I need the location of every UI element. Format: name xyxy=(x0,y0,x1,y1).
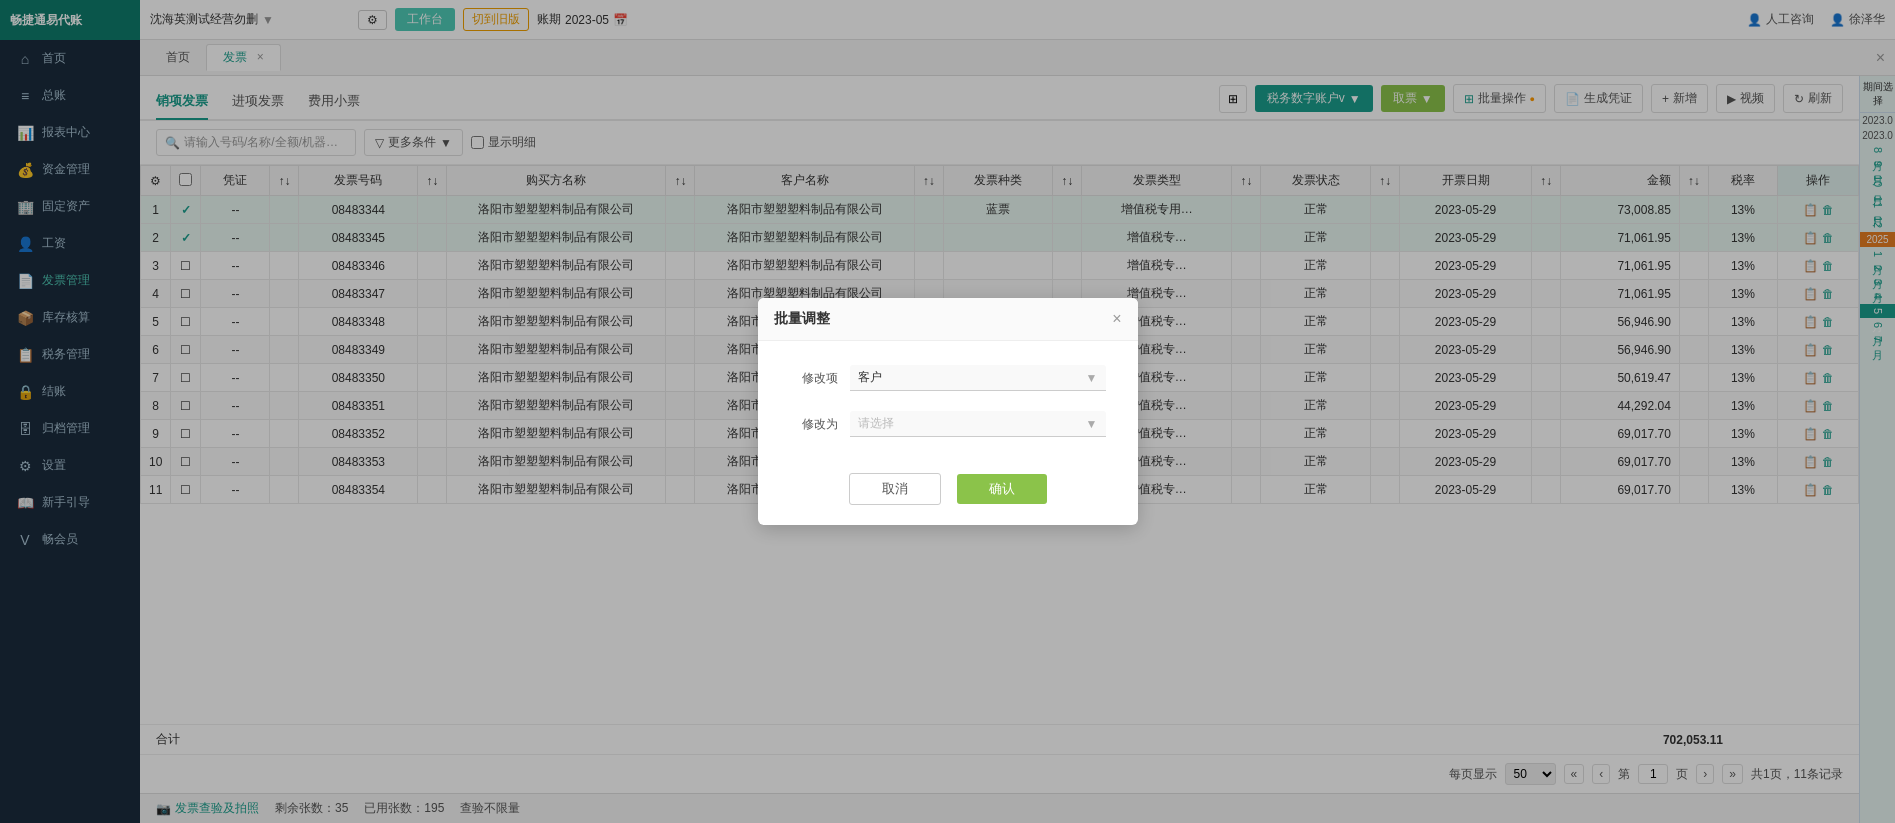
modal-close-button[interactable]: × xyxy=(1112,310,1121,328)
modal-confirm-button[interactable]: 确认 xyxy=(957,474,1047,504)
modal-header: 批量调整 × xyxy=(758,298,1138,341)
batch-adjust-modal: 批量调整 × 修改项 客户 ▼ 修改为 请选择 ▼ 取消 确认 xyxy=(758,298,1138,525)
modal-overlay: 批量调整 × 修改项 客户 ▼ 修改为 请选择 ▼ 取消 确认 xyxy=(0,0,1895,823)
modal-change-to-select[interactable]: 请选择 ▼ xyxy=(850,411,1106,437)
modal-title: 批量调整 xyxy=(774,310,830,328)
modal-change-to-arrow-icon: ▼ xyxy=(1086,417,1098,431)
modal-footer: 取消 确认 xyxy=(758,461,1138,525)
modal-field-value: 客户 xyxy=(858,369,882,386)
modal-field-label: 修改项 xyxy=(790,370,838,387)
modal-field-arrow-icon: ▼ xyxy=(1086,371,1098,385)
modal-field-value: 修改为 请选择 ▼ xyxy=(790,411,1106,437)
modal-change-to-placeholder: 请选择 xyxy=(858,415,894,432)
modal-cancel-button[interactable]: 取消 xyxy=(849,473,941,505)
modal-body: 修改项 客户 ▼ 修改为 请选择 ▼ xyxy=(758,341,1138,461)
modal-field-select[interactable]: 客户 ▼ xyxy=(850,365,1106,391)
modal-change-to-label: 修改为 xyxy=(790,416,838,433)
modal-field-type: 修改项 客户 ▼ xyxy=(790,365,1106,391)
